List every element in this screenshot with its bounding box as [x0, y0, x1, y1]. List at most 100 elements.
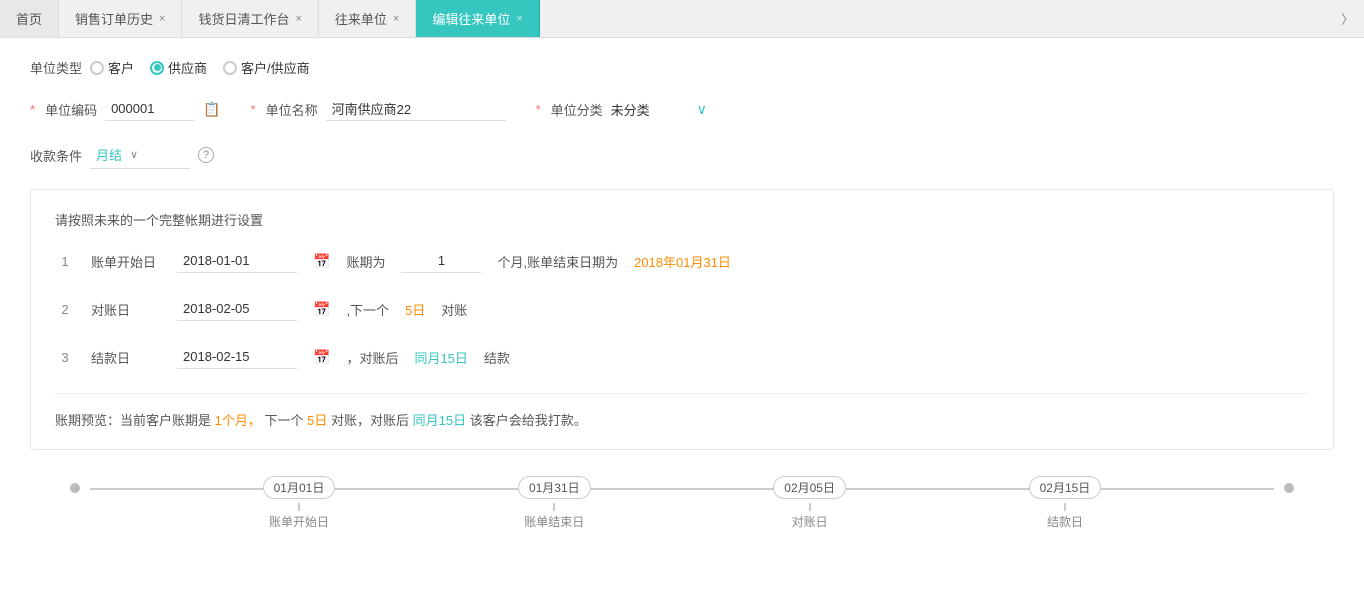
- timeline-point-2: 01月31日 账单结束日: [518, 476, 591, 530]
- row2-cal-icon[interactable]: 📅: [313, 301, 330, 318]
- radio-supplier[interactable]: 供应商: [150, 58, 207, 77]
- unit-code-label: 单位编码: [45, 100, 97, 119]
- tab-home-label: 首页: [16, 9, 42, 28]
- row2-desc-suffix: 对账: [441, 300, 467, 319]
- row1-highlight: 2018年01月31日: [634, 252, 731, 271]
- unit-name-field: * 单位名称: [251, 97, 506, 121]
- settings-section: 请按照未来的一个完整帐期进行设置 1 账单开始日 📅 账期为 个月,账单结束日期…: [30, 189, 1334, 450]
- payment-terms-value: 月结: [96, 145, 122, 164]
- unit-type-label: 单位类型: [30, 58, 82, 77]
- row3-num: 3: [55, 350, 75, 365]
- radio-supplier-label: 供应商: [168, 58, 207, 77]
- radio-both-circle: [223, 61, 237, 75]
- tab-sales-history[interactable]: 销售订单历史 ×: [59, 0, 182, 37]
- row-billing-start: 1 账单开始日 📅 账期为 个月,账单结束日期为 2018年01月31日: [55, 249, 1309, 273]
- tab-home[interactable]: 首页: [0, 0, 59, 37]
- unit-class-dropdown[interactable]: 未分类 ∨: [611, 100, 761, 119]
- main-content: 单位类型 客户 供应商 客户/供应商 * 单位编码: [0, 38, 1364, 608]
- payment-terms-field: 收款条件 月结 ∨ ?: [30, 141, 214, 169]
- timeline-label-2: 账单结束日: [524, 513, 584, 530]
- radio-both-label: 客户/供应商: [241, 58, 310, 77]
- preview-middle1: 下一个: [265, 413, 304, 428]
- preview-highlight3: 同月15日: [413, 413, 466, 428]
- preview-middle2: 对账，对账后: [331, 413, 409, 428]
- row3-desc-prefix: ，对账后: [346, 348, 398, 367]
- row3-desc-suffix: 结款: [484, 348, 510, 367]
- tab-edit-contacts-label: 编辑往来单位: [432, 9, 510, 28]
- unit-name-required: *: [251, 102, 256, 117]
- timeline-end-dot: [1284, 476, 1294, 493]
- tab-more-button[interactable]: 〉: [1331, 0, 1364, 37]
- unit-class-arrow: ∨: [697, 101, 707, 118]
- unit-class-field: * 单位分类 未分类 ∨: [536, 100, 761, 119]
- timeline-dot-start: [70, 483, 80, 493]
- timeline-point-1: 01月01日 账单开始日: [263, 476, 336, 530]
- radio-customer-label: 客户: [108, 58, 134, 77]
- preview-highlight1: 1个月，: [215, 413, 261, 428]
- row1-desc-prefix: 账期为: [346, 252, 385, 271]
- row3-highlight1: 同月15日: [414, 348, 467, 367]
- row1-cal-icon[interactable]: 📅: [313, 253, 330, 270]
- tab-cash-work[interactable]: 钱货日清工作台 ×: [182, 0, 318, 37]
- tab-bar: 首页 销售订单历史 × 钱货日清工作台 × 往来单位 × 编辑往来单位 × 〉: [0, 0, 1364, 38]
- row3-cal-icon[interactable]: 📅: [313, 349, 330, 366]
- row1-num: 1: [55, 254, 75, 269]
- timeline-label-1: 账单开始日: [269, 513, 329, 530]
- row2-date-input[interactable]: [177, 297, 297, 321]
- radio-customer-circle: [90, 61, 104, 75]
- timeline-dot-end: [1284, 483, 1294, 493]
- unit-type-field: 单位类型 客户 供应商 客户/供应商: [30, 58, 310, 77]
- tab-edit-contacts-close[interactable]: ×: [516, 13, 522, 25]
- row-payment: 3 结款日 📅 ，对账后 同月15日 结款: [55, 345, 1309, 369]
- timeline-row: 01月01日 账单开始日 01月31日 账单结束日 02月05日 对账日 02月…: [70, 476, 1294, 530]
- payment-terms-label: 收款条件: [30, 146, 82, 165]
- unit-code-icon[interactable]: 📋: [203, 101, 220, 118]
- payment-terms-help[interactable]: ?: [198, 147, 214, 163]
- tab-cash-work-label: 钱货日清工作台: [198, 9, 289, 28]
- row2-desc-prefix: ,下一个: [346, 300, 389, 319]
- timeline-badge-2: 01月31日: [518, 476, 591, 499]
- timeline-badge-3: 02月05日: [773, 476, 846, 499]
- timeline-tick-2: [553, 503, 555, 511]
- radio-supplier-circle: [150, 61, 164, 75]
- payment-terms-select[interactable]: 月结 ∨: [90, 141, 190, 169]
- tab-cash-work-close[interactable]: ×: [295, 13, 301, 25]
- tab-contacts-label: 往来单位: [335, 9, 387, 28]
- unit-info-row: * 单位编码 📋 * 单位名称 * 单位分类 未分类 ∨: [30, 97, 1334, 121]
- preview-label: 账期预览：当前客户账期是: [55, 413, 211, 428]
- unit-class-value: 未分类: [611, 100, 691, 119]
- timeline-label-3: 对账日: [792, 513, 828, 530]
- unit-name-input[interactable]: [326, 97, 506, 121]
- timeline-point-3: 02月05日 对账日: [773, 476, 846, 530]
- tab-sales-history-close[interactable]: ×: [159, 13, 165, 25]
- row1-period-input[interactable]: [401, 249, 481, 273]
- radio-both[interactable]: 客户/供应商: [223, 58, 310, 77]
- unit-code-required: *: [30, 102, 35, 117]
- unit-class-label: 单位分类: [551, 100, 603, 119]
- timeline-badge-4: 02月15日: [1029, 476, 1102, 499]
- preview-suffix: 该客户会给我打款。: [470, 413, 587, 428]
- timeline-section: 01月01日 账单开始日 01月31日 账单结束日 02月05日 对账日 02月…: [30, 466, 1334, 560]
- preview-section: 账期预览：当前客户账期是 1个月， 下一个 5日 对账，对账后 同月15日 该客…: [55, 393, 1309, 429]
- timeline-tick-4: [1064, 503, 1066, 511]
- tab-edit-contacts[interactable]: 编辑往来单位 ×: [416, 0, 539, 37]
- unit-code-input[interactable]: [105, 97, 195, 121]
- unit-code-field: * 单位编码 📋: [30, 97, 221, 121]
- timeline-tick-1: [298, 503, 300, 511]
- timeline-badge-1: 01月01日: [263, 476, 336, 499]
- row2-num: 2: [55, 302, 75, 317]
- row1-date-input[interactable]: [177, 249, 297, 273]
- unit-class-required: *: [536, 102, 541, 117]
- tab-contacts[interactable]: 往来单位 ×: [319, 0, 416, 37]
- unit-name-label: 单位名称: [266, 100, 318, 119]
- timeline-point-4: 02月15日 结款日: [1029, 476, 1102, 530]
- row1-desc-suffix: 个月,账单结束日期为: [497, 252, 618, 271]
- radio-customer[interactable]: 客户: [90, 58, 134, 77]
- unit-type-row: 单位类型 客户 供应商 客户/供应商: [30, 58, 1334, 77]
- row1-label: 账单开始日: [91, 252, 161, 271]
- tab-sales-history-label: 销售订单历史: [75, 9, 153, 28]
- tab-contacts-close[interactable]: ×: [393, 13, 399, 25]
- row2-highlight1: 5日: [405, 300, 425, 319]
- row3-date-input[interactable]: [177, 345, 297, 369]
- row3-label: 结款日: [91, 348, 161, 367]
